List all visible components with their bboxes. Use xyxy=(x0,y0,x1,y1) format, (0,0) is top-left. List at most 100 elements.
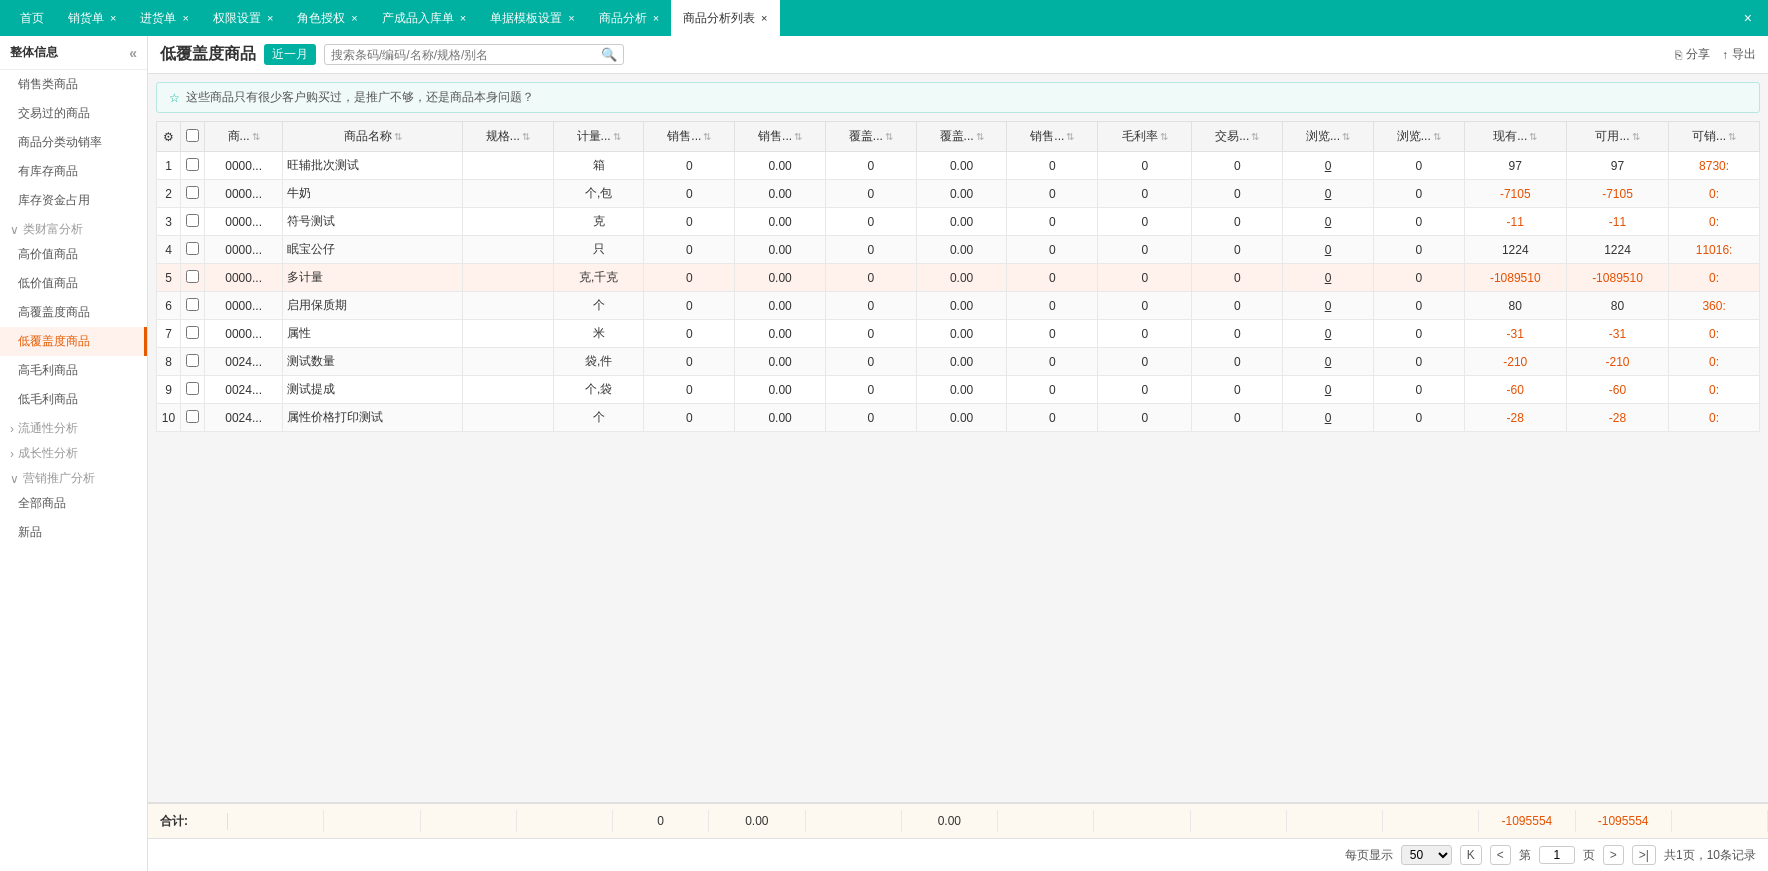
cell-views1[interactable]: 0 xyxy=(1283,348,1374,376)
th-sales-rate[interactable]: 销售...⇅ xyxy=(1007,122,1098,152)
th-views2[interactable]: 浏览...⇅ xyxy=(1373,122,1464,152)
last-page-button[interactable]: >| xyxy=(1632,845,1656,865)
cell-name[interactable]: 眠宝公仔 xyxy=(283,236,463,264)
cell-checkbox[interactable] xyxy=(181,208,205,236)
close-icon[interactable]: × xyxy=(460,12,466,24)
cell-coverage2: 0.00 xyxy=(916,292,1007,320)
sidebar-group-wealth[interactable]: ∨ 类财富分析 xyxy=(0,215,147,240)
close-icon[interactable]: × xyxy=(568,12,574,24)
cell-checkbox[interactable] xyxy=(181,180,205,208)
cell-name[interactable]: 符号测试 xyxy=(283,208,463,236)
cell-views1[interactable]: 0 xyxy=(1283,376,1374,404)
th-views1[interactable]: 浏览...⇅ xyxy=(1283,122,1374,152)
search-input[interactable] xyxy=(331,48,601,62)
export-button[interactable]: ↑ 导出 xyxy=(1722,46,1756,63)
sidebar-item-all-goods[interactable]: 全部商品 xyxy=(0,489,147,518)
cell-views1[interactable]: 0 xyxy=(1283,320,1374,348)
sidebar-item-new-goods[interactable]: 新品 xyxy=(0,518,147,547)
sidebar-item-high-coverage[interactable]: 高覆盖度商品 xyxy=(0,298,147,327)
sidebar-item-high-margin[interactable]: 高毛利商品 xyxy=(0,356,147,385)
nav-sales-order[interactable]: 销货单 × xyxy=(56,0,128,36)
cell-views1[interactable]: 0 xyxy=(1283,180,1374,208)
sidebar-item-capital[interactable]: 库存资金占用 xyxy=(0,186,147,215)
th-code[interactable]: 商...⇅ xyxy=(205,122,283,152)
th-sales-amt[interactable]: 销售...⇅ xyxy=(735,122,826,152)
cell-views1[interactable]: 0 xyxy=(1283,152,1374,180)
cell-checkbox[interactable] xyxy=(181,292,205,320)
cell-name[interactable]: 多计量 xyxy=(283,264,463,292)
nav-template-settings[interactable]: 单据模板设置 × xyxy=(478,0,586,36)
sidebar-item-low-value[interactable]: 低价值商品 xyxy=(0,269,147,298)
time-filter-button[interactable]: 近一月 xyxy=(264,44,316,65)
cell-current-stock: -31 xyxy=(1464,320,1566,348)
cell-views1[interactable]: 0 xyxy=(1283,404,1374,432)
cell-views1[interactable]: 0 xyxy=(1283,264,1374,292)
nav-role-auth[interactable]: 角色授权 × xyxy=(285,0,369,36)
close-icon[interactable]: × xyxy=(267,12,273,24)
sidebar-item-category-rate[interactable]: 商品分类动销率 xyxy=(0,128,147,157)
nav-home[interactable]: 首页 xyxy=(8,0,56,36)
th-coverage2[interactable]: 覆盖...⇅ xyxy=(916,122,1007,152)
cell-name[interactable]: 测试数量 xyxy=(283,348,463,376)
th-name[interactable]: 商品名称⇅ xyxy=(283,122,463,152)
nav-purchase-order[interactable]: 进货单 × xyxy=(128,0,200,36)
sidebar-item-sales-goods[interactable]: 销售类商品 xyxy=(0,70,147,99)
th-sales-qty[interactable]: 销售...⇅ xyxy=(644,122,735,152)
cell-saleable: 11016: xyxy=(1669,236,1760,264)
cell-checkbox[interactable] xyxy=(181,348,205,376)
prev-page-button[interactable]: < xyxy=(1490,845,1511,865)
sidebar-item-stock-goods[interactable]: 有库存商品 xyxy=(0,157,147,186)
th-unit[interactable]: 计量...⇅ xyxy=(553,122,644,152)
select-all-checkbox[interactable] xyxy=(186,129,199,142)
th-trade[interactable]: 交易...⇅ xyxy=(1192,122,1283,152)
cell-name[interactable]: 启用保质期 xyxy=(283,292,463,320)
sidebar-item-low-margin[interactable]: 低毛利商品 xyxy=(0,385,147,414)
th-available-stock[interactable]: 可用...⇅ xyxy=(1566,122,1668,152)
next-page-button[interactable]: > xyxy=(1603,845,1624,865)
close-icon[interactable]: × xyxy=(761,12,767,24)
cell-checkbox[interactable] xyxy=(181,152,205,180)
cell-views1[interactable]: 0 xyxy=(1283,236,1374,264)
nav-goods-analysis-list[interactable]: 商品分析列表 × xyxy=(671,0,779,36)
sidebar-item-traded-goods[interactable]: 交易过的商品 xyxy=(0,99,147,128)
cell-checkbox[interactable] xyxy=(181,264,205,292)
close-icon[interactable]: × xyxy=(653,12,659,24)
cell-checkbox[interactable] xyxy=(181,320,205,348)
th-gross-margin[interactable]: 毛利率⇅ xyxy=(1098,122,1192,152)
th-coverage1[interactable]: 覆盖...⇅ xyxy=(825,122,916,152)
close-icon[interactable]: × xyxy=(110,12,116,24)
th-current-stock[interactable]: 现有...⇅ xyxy=(1464,122,1566,152)
sidebar-item-low-coverage[interactable]: 低覆盖度商品 xyxy=(0,327,147,356)
cell-name[interactable]: 测试提成 xyxy=(283,376,463,404)
sidebar-item-high-value[interactable]: 高价值商品 xyxy=(0,240,147,269)
cell-checkbox[interactable] xyxy=(181,404,205,432)
nav-permission-settings[interactable]: 权限设置 × xyxy=(201,0,285,36)
cell-checkbox[interactable] xyxy=(181,376,205,404)
first-page-button[interactable]: K xyxy=(1460,845,1482,865)
th-settings[interactable]: ⚙ xyxy=(157,122,181,152)
sidebar-group-growth[interactable]: › 成长性分析 xyxy=(0,439,147,464)
sidebar-collapse-button[interactable]: « xyxy=(129,45,137,61)
cell-checkbox[interactable] xyxy=(181,236,205,264)
close-icon[interactable]: × xyxy=(182,12,188,24)
cell-available-stock: 1224 xyxy=(1566,236,1668,264)
cell-views1[interactable]: 0 xyxy=(1283,292,1374,320)
table-row: 1 0000... 旺辅批次测试 箱 0 0.00 0 0.00 0 0 0 0… xyxy=(157,152,1760,180)
share-button[interactable]: ⎘ 分享 xyxy=(1675,46,1710,63)
cell-name[interactable]: 属性价格打印测试 xyxy=(283,404,463,432)
page-size-select[interactable]: 50 100 200 xyxy=(1401,845,1452,865)
th-spec[interactable]: 规格...⇅ xyxy=(462,122,553,152)
sidebar-group-circulation[interactable]: › 流通性分析 xyxy=(0,414,147,439)
cell-views1[interactable]: 0 xyxy=(1283,208,1374,236)
nav-goods-analysis[interactable]: 商品分析 × xyxy=(587,0,671,36)
cell-name[interactable]: 属性 xyxy=(283,320,463,348)
page-input[interactable] xyxy=(1539,846,1575,864)
cell-name[interactable]: 旺辅批次测试 xyxy=(283,152,463,180)
close-icon[interactable]: × xyxy=(351,12,357,24)
sidebar-group-marketing[interactable]: ∨ 营销推广分析 xyxy=(0,464,147,489)
cell-name[interactable]: 牛奶 xyxy=(283,180,463,208)
cell-coverage1: 0 xyxy=(825,180,916,208)
close-all-button[interactable]: × xyxy=(1736,10,1760,26)
nav-product-in[interactable]: 产成品入库单 × xyxy=(370,0,478,36)
th-saleable[interactable]: 可销...⇅ xyxy=(1669,122,1760,152)
